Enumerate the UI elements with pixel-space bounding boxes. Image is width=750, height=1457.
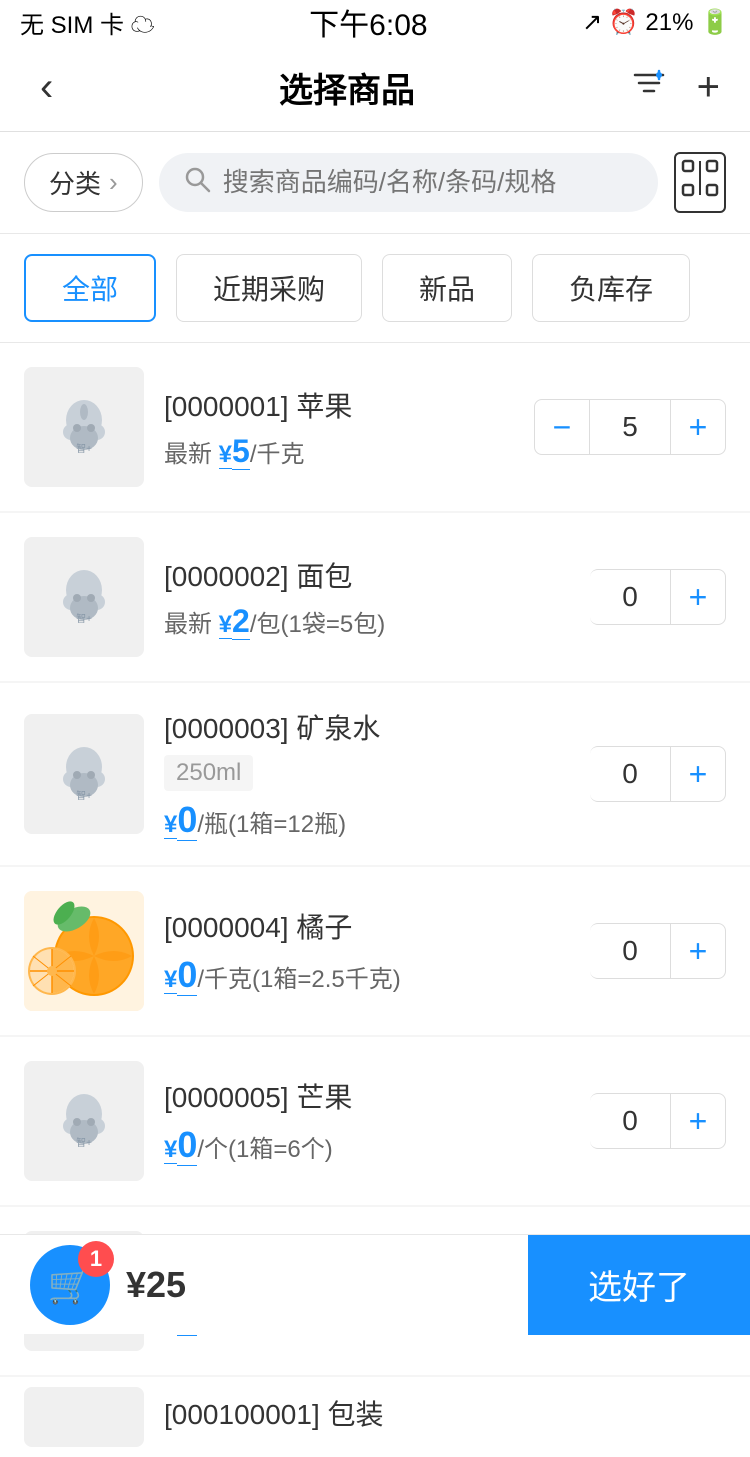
- product-info-3: [0000004] 橘子 ¥0/千克(1箱=2.5千克): [164, 906, 570, 996]
- search-icon: [183, 165, 211, 200]
- tab-all[interactable]: 全部: [24, 254, 156, 322]
- qty-control-0: − +: [534, 399, 726, 455]
- table-row: [0000004] 橘子 ¥0/千克(1箱=2.5千克) +: [0, 867, 750, 1035]
- chevron-right-icon: ›: [109, 167, 118, 198]
- status-time: 下午6:08: [309, 0, 427, 44]
- qty-control-4: +: [590, 1093, 726, 1149]
- qty-plus-4[interactable]: +: [670, 1093, 726, 1149]
- qty-plus-2[interactable]: +: [670, 746, 726, 802]
- product-name-1: [0000002] 面包: [164, 555, 570, 595]
- category-label: 分类: [49, 164, 101, 201]
- product-image-4: 智+: [24, 1061, 144, 1181]
- filter-tabs: 全部 近期采购 新品 负库存: [0, 234, 750, 343]
- product-price-0: 最新 ¥5/千克: [164, 433, 514, 470]
- table-row: 智+ [0000005] 芒果 ¥0/个(1箱=6个) +: [0, 1037, 750, 1205]
- qty-input-4[interactable]: [590, 1093, 670, 1149]
- scan-icon[interactable]: [674, 152, 726, 213]
- product-price-2: ¥0/瓶(1箱=12瓶): [164, 799, 570, 841]
- status-left: 无 SIM 卡 ☁: [20, 5, 155, 40]
- svg-text:智+: 智+: [76, 1136, 92, 1149]
- back-button[interactable]: ‹: [30, 55, 63, 120]
- tab-negative-stock[interactable]: 负库存: [532, 254, 690, 322]
- product-name-4: [0000005] 芒果: [164, 1076, 570, 1116]
- qty-input-0[interactable]: [590, 399, 670, 455]
- cart-icon-button[interactable]: 🛒 1: [30, 1245, 110, 1325]
- table-row: [000100001] 包装: [0, 1377, 750, 1457]
- svg-text:智+: 智+: [76, 612, 92, 625]
- qty-control-3: +: [590, 923, 726, 979]
- product-price-3: ¥0/千克(1箱=2.5千克): [164, 954, 570, 996]
- product-name-6: [000100001] 包装: [164, 1393, 726, 1433]
- cart-badge: 1: [78, 1241, 114, 1277]
- tab-recent[interactable]: 近期采购: [176, 254, 362, 322]
- status-bar: 无 SIM 卡 ☁ 下午6:08 ↗ ⏰ 21% 🔋: [0, 0, 750, 44]
- product-info-2: [0000003] 矿泉水 250ml ¥0/瓶(1箱=12瓶): [164, 707, 570, 841]
- product-name-0: [0000001] 苹果: [164, 385, 514, 425]
- product-image-1: 智+: [24, 537, 144, 657]
- product-info-4: [0000005] 芒果 ¥0/个(1箱=6个): [164, 1076, 570, 1166]
- product-price-1: 最新 ¥2/包(1袋=5包): [164, 603, 570, 640]
- product-image-0: 智+: [24, 367, 144, 487]
- product-image-2: 智+: [24, 714, 144, 834]
- qty-control-2: +: [590, 746, 726, 802]
- product-spec-2: 250ml: [164, 755, 253, 791]
- tab-new[interactable]: 新品: [382, 254, 512, 322]
- nav-bar: ‹ 选择商品 +: [0, 44, 750, 132]
- page-title: 选择商品: [279, 63, 415, 112]
- qty-input-2[interactable]: [590, 746, 670, 802]
- battery-icon: ↗ ⏰ 21% 🔋: [582, 8, 730, 37]
- product-name-2: [0000003] 矿泉水: [164, 707, 570, 747]
- qty-input-3[interactable]: [590, 923, 670, 979]
- product-image-6: [24, 1387, 144, 1447]
- bottom-bar: 🛒 1 ¥25 选好了: [0, 1234, 750, 1334]
- table-row: 智+ [0000002] 面包 最新 ¥2/包(1袋=5包) +: [0, 513, 750, 681]
- search-row: 分类 ›: [0, 132, 750, 234]
- qty-plus-0[interactable]: +: [670, 399, 726, 455]
- cart-total: ¥25: [126, 1264, 186, 1306]
- product-info-0: [0000001] 苹果 最新 ¥5/千克: [164, 385, 514, 470]
- filter-button[interactable]: [631, 65, 667, 110]
- qty-minus-0[interactable]: −: [534, 399, 590, 455]
- svg-text:智+: 智+: [76, 789, 92, 802]
- nav-actions: +: [631, 65, 720, 110]
- product-info-1: [0000002] 面包 最新 ¥2/包(1袋=5包): [164, 555, 570, 640]
- product-name-3: [0000004] 橘子: [164, 906, 570, 946]
- qty-input-1[interactable]: [590, 569, 670, 625]
- qty-plus-1[interactable]: +: [670, 569, 726, 625]
- product-image-3: [24, 891, 144, 1011]
- product-info-6: [000100001] 包装: [164, 1393, 726, 1441]
- table-row: 智+ [0000001] 苹果 最新 ¥5/千克 − +: [0, 343, 750, 511]
- table-row: 智+ [0000003] 矿泉水 250ml ¥0/瓶(1箱=12瓶) +: [0, 683, 750, 865]
- confirm-button[interactable]: 选好了: [528, 1235, 750, 1335]
- cart-section: 🛒 1 ¥25: [0, 1245, 528, 1325]
- search-input[interactable]: [223, 167, 634, 198]
- product-price-4: ¥0/个(1箱=6个): [164, 1124, 570, 1166]
- svg-text:智+: 智+: [76, 442, 92, 455]
- add-button[interactable]: +: [697, 65, 720, 110]
- status-right: ↗ ⏰ 21% 🔋: [582, 8, 730, 37]
- search-box: [159, 153, 658, 212]
- qty-control-1: +: [590, 569, 726, 625]
- category-button[interactable]: 分类 ›: [24, 153, 143, 212]
- qty-plus-3[interactable]: +: [670, 923, 726, 979]
